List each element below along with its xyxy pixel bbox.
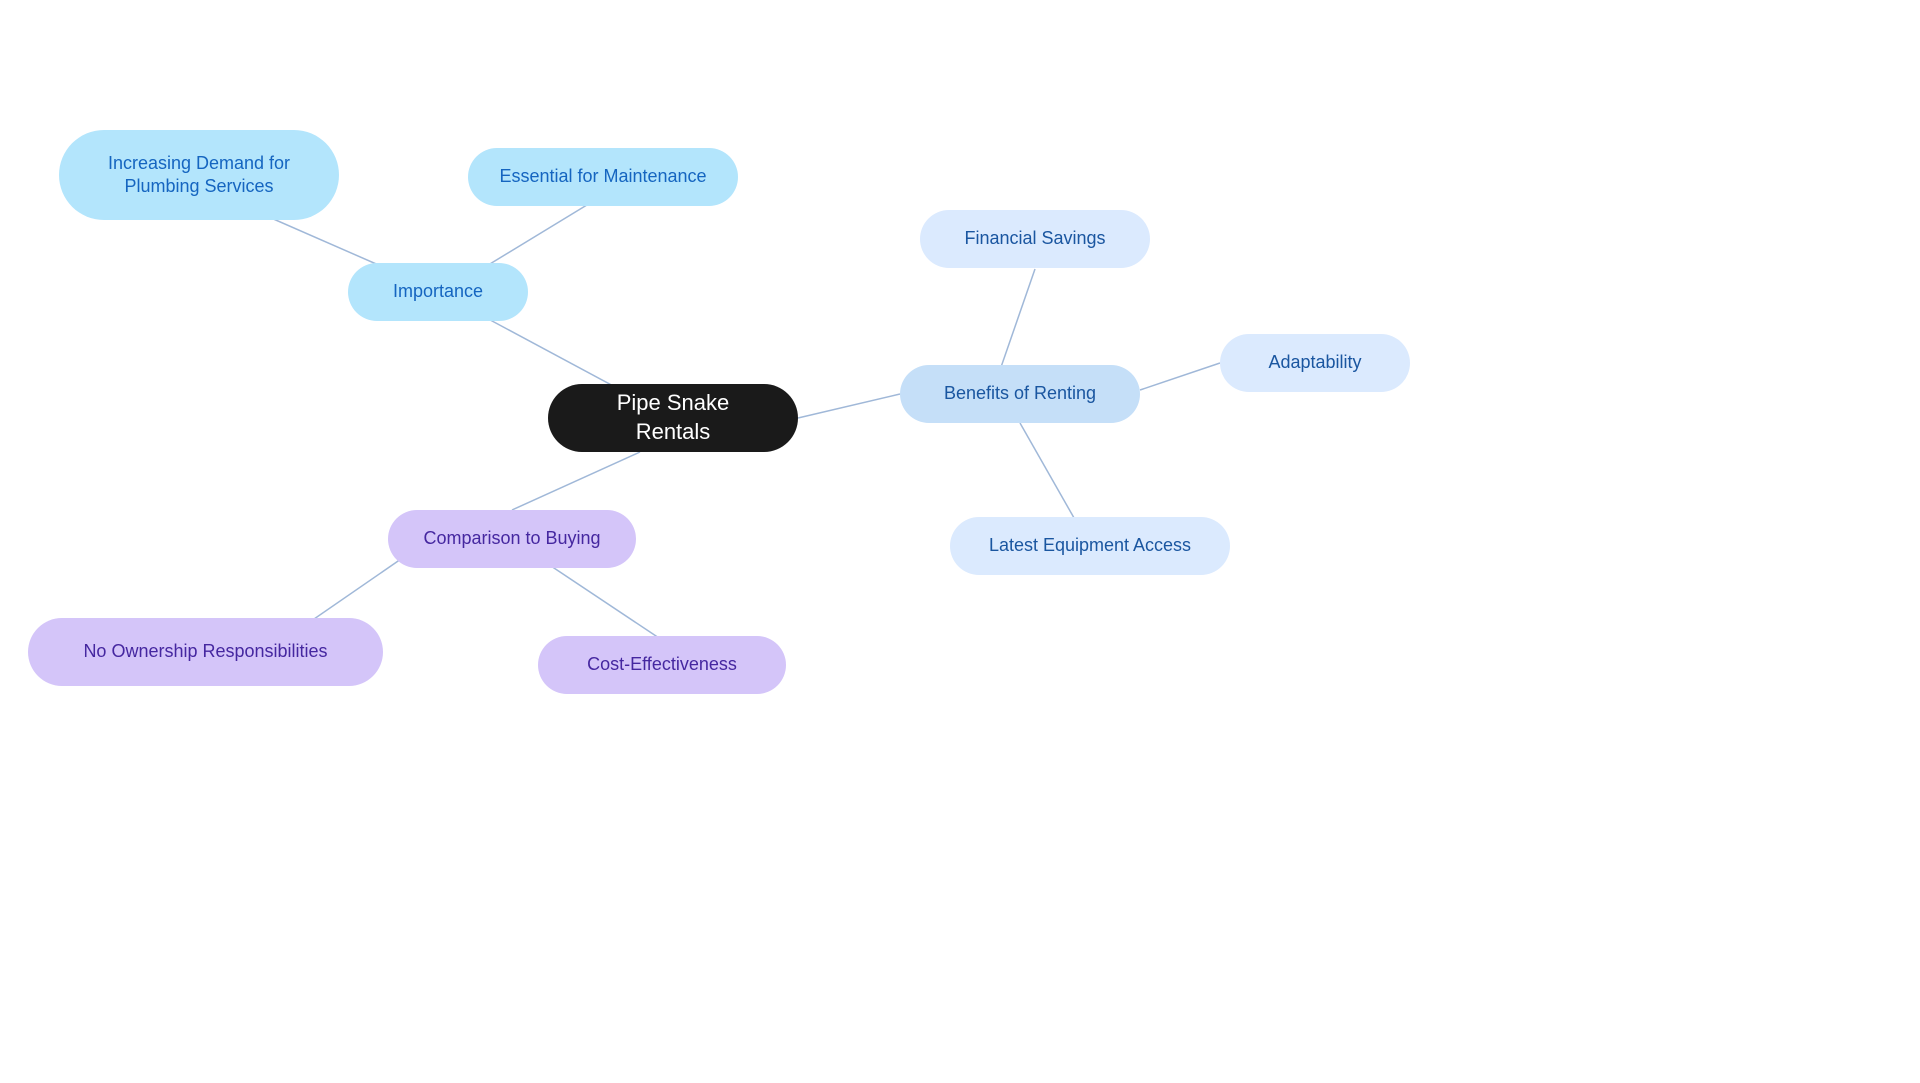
latest-equipment-node: Latest Equipment Access	[950, 517, 1230, 575]
essential-maintenance-node: Essential for Maintenance	[468, 148, 738, 206]
adaptability-node: Adaptability	[1220, 334, 1410, 392]
cost-effectiveness-node: Cost-Effectiveness	[538, 636, 786, 694]
benefits-renting-node: Benefits of Renting	[900, 365, 1140, 423]
comparison-buying-node: Comparison to Buying	[388, 510, 636, 568]
importance-node: Importance	[348, 263, 528, 321]
increasing-demand-node: Increasing Demand for Plumbing Services	[59, 130, 339, 220]
financial-savings-node: Financial Savings	[920, 210, 1150, 268]
no-ownership-node: No Ownership Responsibilities	[28, 618, 383, 686]
center-node: Pipe Snake Rentals	[548, 384, 798, 452]
